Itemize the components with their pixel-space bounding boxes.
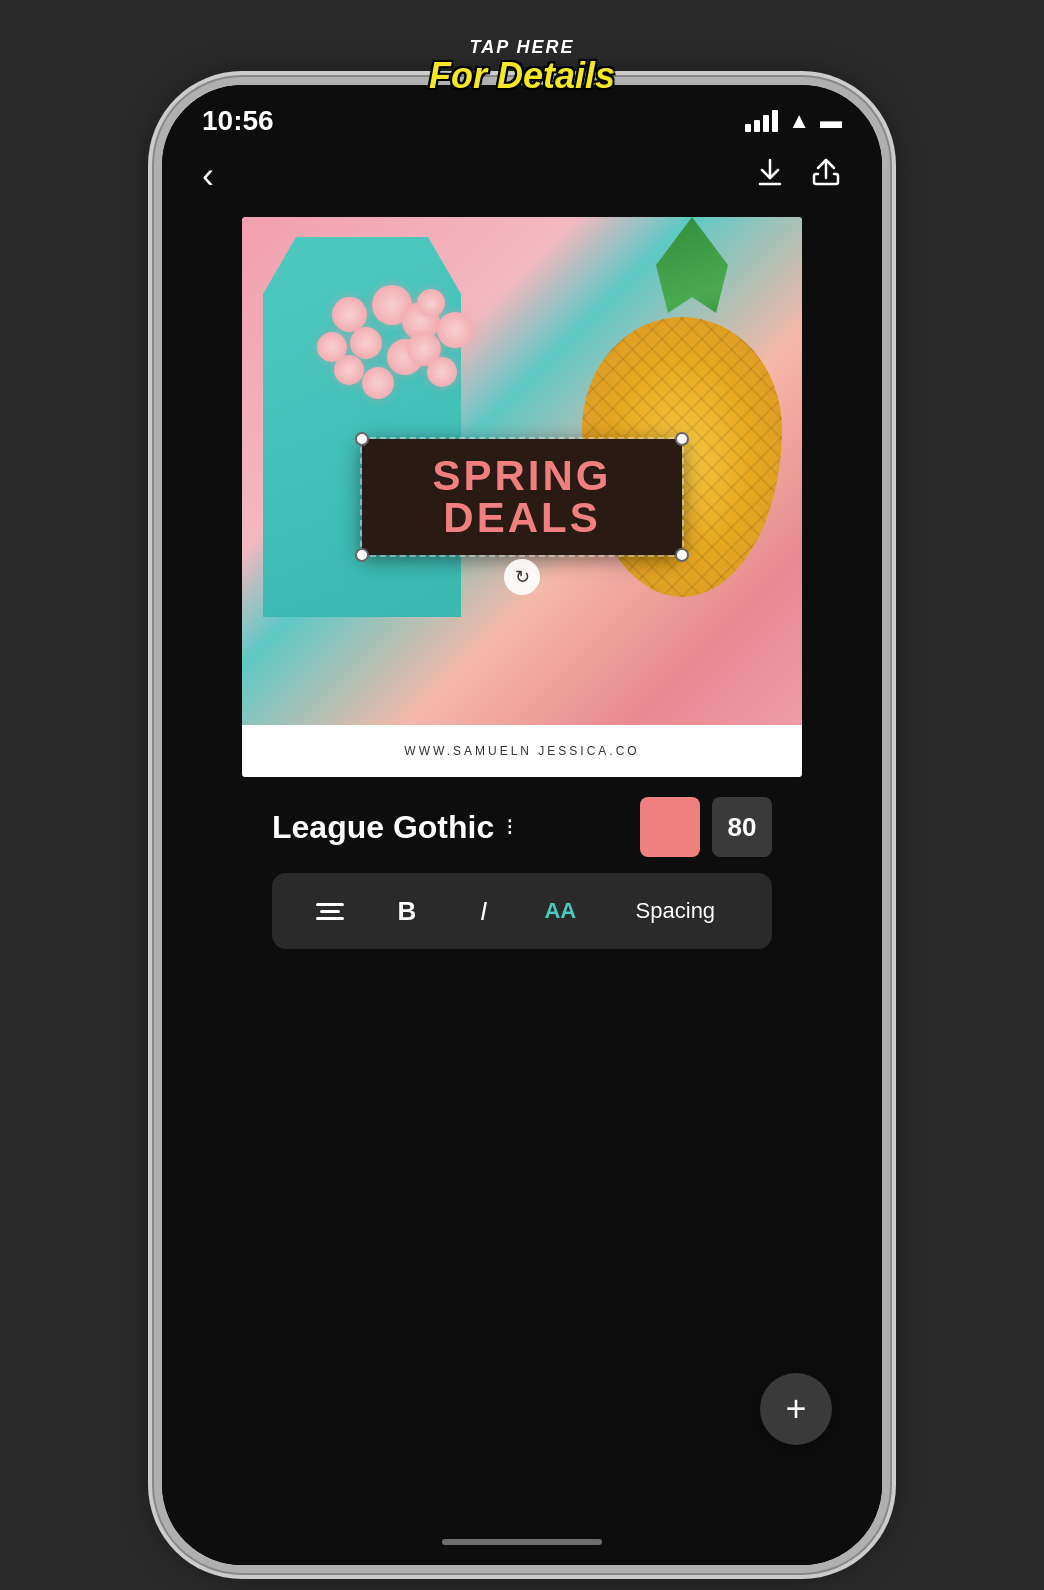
font-right-controls: 80 xyxy=(640,797,772,857)
color-swatch[interactable] xyxy=(640,797,700,857)
align-line-1 xyxy=(316,903,344,906)
spring-deals-text: SPRING DEALS xyxy=(432,452,611,541)
bold-button[interactable]: B xyxy=(369,885,446,937)
bold-icon: B xyxy=(398,896,417,927)
design-canvas[interactable]: SPRING DEALS ↻ WWW.SAMUELN JESSICA.CO xyxy=(242,217,802,777)
status-icons: ▲ ▬ xyxy=(745,108,842,134)
signal-bars-icon xyxy=(745,110,778,132)
handle-br[interactable] xyxy=(675,548,689,562)
home-indicator xyxy=(442,1539,602,1545)
download-button[interactable] xyxy=(754,156,786,196)
format-toolbar: B I AA Spacing xyxy=(272,873,772,949)
italic-icon: I xyxy=(480,896,487,927)
font-name-label: League Gothic xyxy=(272,809,494,846)
aa-button[interactable]: AA xyxy=(522,885,599,937)
phone-screen: 10:56 ▲ ▬ ‹ xyxy=(162,85,882,1565)
website-text: WWW.SAMUELN JESSICA.CO xyxy=(404,744,639,758)
bottom-controls: League Gothic ⁝ 80 xyxy=(242,777,802,959)
handle-tl[interactable] xyxy=(355,432,369,446)
font-size-box[interactable]: 80 xyxy=(712,797,772,857)
battery-icon: ▬ xyxy=(820,108,842,134)
canvas-background: SPRING DEALS ↻ xyxy=(242,217,802,777)
spacing-label: Spacing xyxy=(636,898,716,924)
signal-bar-2 xyxy=(754,120,760,132)
share-button[interactable] xyxy=(810,156,842,196)
font-dropdown-arrow[interactable]: ⁝ xyxy=(506,813,514,841)
back-button[interactable]: ‹ xyxy=(202,155,214,197)
tap-banner[interactable]: TAP HERE For Details xyxy=(429,37,615,94)
fab-icon: + xyxy=(785,1388,806,1430)
canvas-footer: WWW.SAMUELN JESSICA.CO xyxy=(242,725,802,777)
top-nav: ‹ xyxy=(162,145,882,207)
signal-bar-1 xyxy=(745,124,751,132)
align-icon xyxy=(316,903,344,920)
canvas-area: SPRING DEALS ↻ WWW.SAMUELN JESSICA.CO Le… xyxy=(162,207,882,1565)
align-line-3 xyxy=(316,917,344,920)
align-button[interactable] xyxy=(292,885,369,937)
signal-bar-3 xyxy=(763,115,769,132)
status-time: 10:56 xyxy=(202,105,274,137)
wifi-icon: ▲ xyxy=(788,108,810,134)
phone-wrapper: TAP HERE For Details 10:56 ▲ ▬ xyxy=(132,25,912,1565)
italic-button[interactable]: I xyxy=(445,885,522,937)
flowers-image xyxy=(322,277,502,437)
handle-bl[interactable] xyxy=(355,548,369,562)
pineapple-image xyxy=(582,217,782,637)
fab-button[interactable]: + xyxy=(760,1373,832,1445)
spacing-button[interactable]: Spacing xyxy=(599,885,752,937)
rotate-icon[interactable]: ↻ xyxy=(504,559,540,595)
font-row: League Gothic ⁝ 80 xyxy=(272,797,772,857)
spring-deals-banner[interactable]: SPRING DEALS ↻ xyxy=(362,439,682,555)
signal-bar-4 xyxy=(772,110,778,132)
phone-frame: 10:56 ▲ ▬ ‹ xyxy=(162,85,882,1565)
handle-tr[interactable] xyxy=(675,432,689,446)
align-line-2 xyxy=(320,910,340,913)
aa-icon: AA xyxy=(544,898,576,924)
font-selector[interactable]: League Gothic ⁝ xyxy=(272,809,514,846)
for-details-text: For Details xyxy=(429,58,615,94)
nav-right-icons xyxy=(754,156,842,196)
